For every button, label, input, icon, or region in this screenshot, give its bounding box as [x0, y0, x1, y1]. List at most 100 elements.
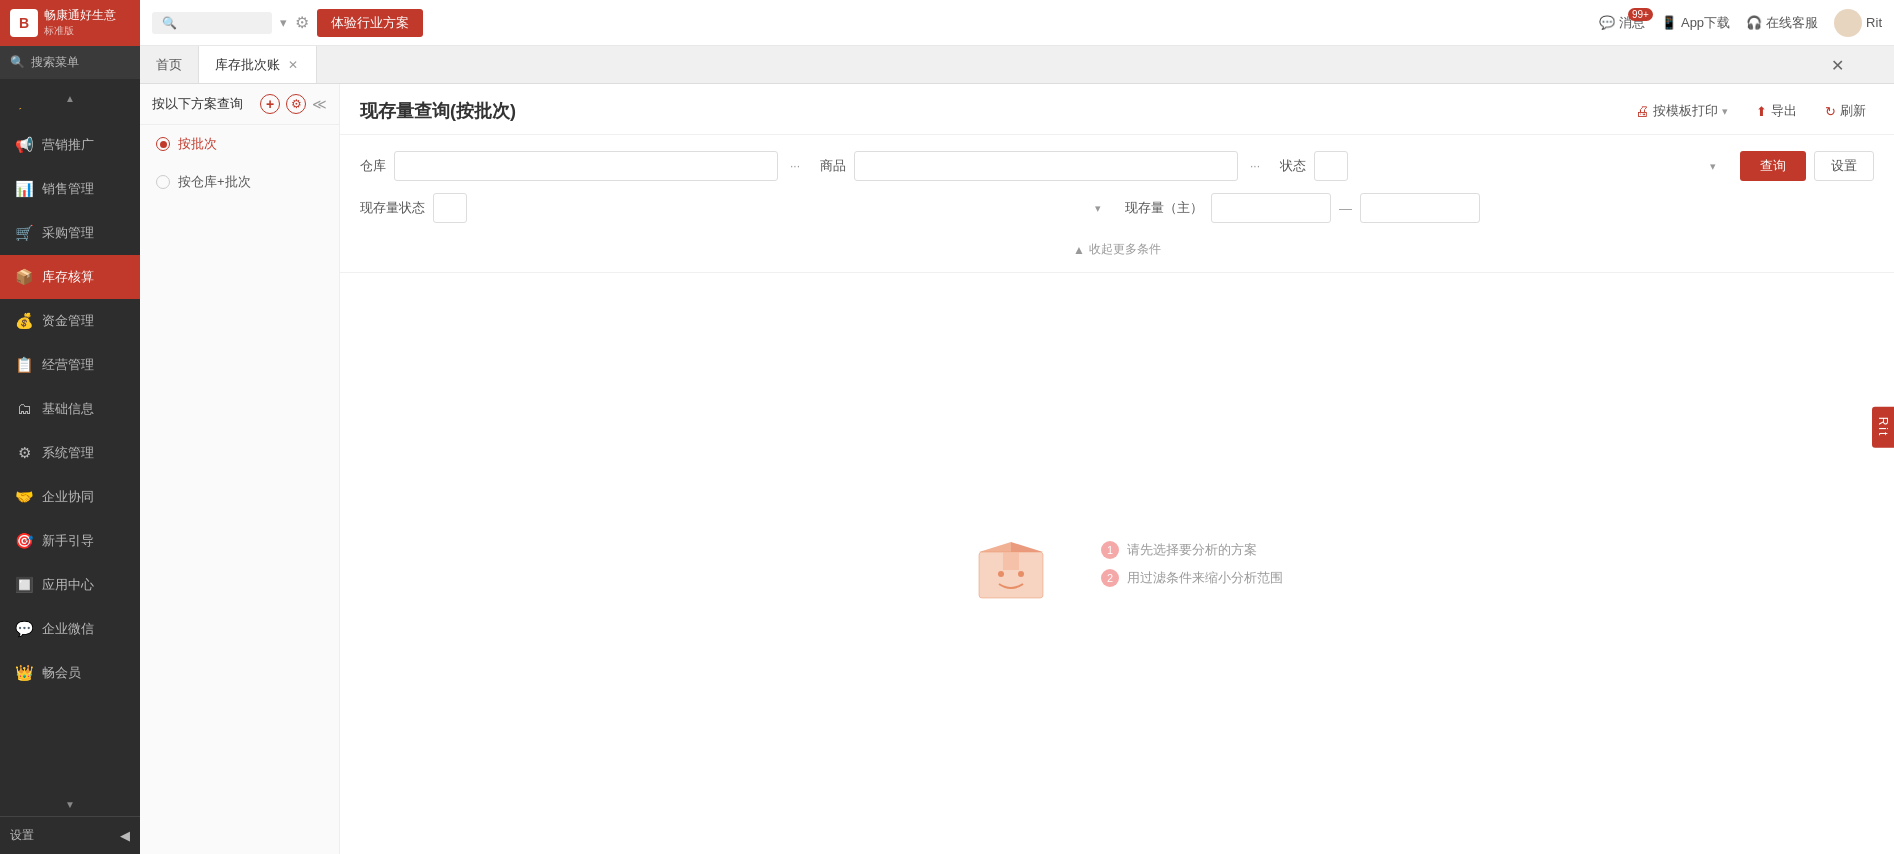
app-download-button[interactable]: 📱 App下载: [1661, 14, 1730, 32]
inventory-status-select[interactable]: [433, 193, 467, 223]
inventory-status-label: 现存量状态: [360, 199, 425, 217]
sidebar-item-member[interactable]: 👑 畅会员: [0, 651, 140, 695]
filter-radio-by-batch: [156, 137, 170, 151]
tab-home[interactable]: 首页: [140, 46, 199, 83]
search-icon: 🔍: [162, 16, 177, 30]
sidebar-item-enterprise[interactable]: 🤝 企业协同: [0, 475, 140, 519]
newbie-icon: 🎯: [14, 531, 34, 551]
inventory-status-dropdown-wrap: [433, 193, 1109, 223]
search-icon: 🔍: [10, 55, 25, 69]
empty-tips: 1 请先选择要分析的方案 2 用过滤条件来缩小分析范围: [1101, 541, 1283, 587]
topbar-search-box[interactable]: 🔍: [152, 12, 272, 34]
basic-icon: 🗂: [14, 399, 34, 419]
print-dropdown-icon[interactable]: ▾: [1722, 105, 1728, 118]
tab-close-icon[interactable]: ✕: [286, 58, 300, 72]
sidebar-item-marketing[interactable]: 📢 营销推广: [0, 123, 140, 167]
sidebar-item-label: 经营管理: [42, 356, 94, 374]
product-more-btn[interactable]: ···: [1246, 159, 1264, 173]
sidebar-item-basic[interactable]: 🗂 基础信息: [0, 387, 140, 431]
printer-icon: 🖨: [1635, 103, 1649, 119]
inventory-qty-to-input[interactable]: [1360, 193, 1480, 223]
right-buttons: 查询 设置: [1740, 151, 1874, 181]
enterprise-icon: 🤝: [14, 487, 34, 507]
export-button[interactable]: ⬆ 导出: [1748, 98, 1805, 124]
export-icon: ⬆: [1756, 104, 1767, 119]
empty-box-svg: [961, 514, 1061, 614]
filter-item-by-warehouse-batch[interactable]: 按仓库+批次: [140, 163, 339, 201]
svg-point-4: [1018, 571, 1024, 577]
sidebar-collapse-btn[interactable]: ◀: [120, 828, 130, 843]
customer-service-button[interactable]: 🎧 在线客服: [1746, 14, 1818, 32]
user-name: Rit: [1866, 15, 1882, 30]
topbar-chevron-icon[interactable]: ▾: [280, 15, 287, 30]
empty-tip-2: 2 用过滤条件来缩小分析范围: [1101, 569, 1283, 587]
svg-point-3: [998, 571, 1004, 577]
message-badge: 99+: [1628, 8, 1653, 21]
message-button[interactable]: 💬 消息 99+: [1599, 14, 1645, 32]
page-content: 按以下方案查询 + ⚙ ≪ 按批次 按仓库+批次: [140, 84, 1894, 854]
sidebar-item-label: 采购管理: [42, 224, 94, 242]
warehouse-input[interactable]: [394, 151, 778, 181]
app-edition: 标准版: [44, 24, 116, 38]
trial-industry-button[interactable]: 体验行业方案: [317, 9, 423, 37]
sidebar-item-newbie[interactable]: 🎯 新手引导: [0, 519, 140, 563]
sidebar-item-operation[interactable]: 📋 经营管理: [0, 343, 140, 387]
filter-collapse-icon[interactable]: ≪: [312, 96, 327, 112]
sidebar-item-inventory[interactable]: 📦 库存核算: [0, 255, 140, 299]
collapse-more-btn[interactable]: ▲ 收起更多条件: [360, 235, 1874, 264]
sidebar-item-label: 企业微信: [42, 620, 94, 638]
filter-item-by-batch[interactable]: 按批次: [140, 125, 339, 163]
finance-icon: 💰: [14, 311, 34, 331]
product-input[interactable]: [854, 151, 1238, 181]
refresh-button[interactable]: ↻ 刷新: [1817, 98, 1874, 124]
sidebar-item-label: 销售管理: [42, 180, 94, 198]
tabbar: 首页 库存批次账 ✕ ✕: [140, 46, 1894, 84]
topbar-gear-icon[interactable]: ⚙: [295, 13, 309, 32]
member-icon: 👑: [14, 663, 34, 683]
app-download-icon: 📱: [1661, 15, 1677, 30]
sidebar-scroll-up[interactable]: ▲: [0, 88, 140, 108]
tab-batch-inventory-label: 库存批次账: [215, 56, 280, 74]
tabbar-global-close-btn[interactable]: ✕: [1831, 55, 1844, 74]
filter-settings-button[interactable]: ⚙: [286, 94, 306, 114]
avatar: [1834, 9, 1862, 37]
float-right-button[interactable]: Rit: [1872, 407, 1894, 448]
search-label: 搜索菜单: [31, 54, 79, 71]
filter-item-label: 按仓库+批次: [178, 173, 251, 191]
sidebar-item-purchase[interactable]: 🛒 采购管理: [0, 211, 140, 255]
inventory-status-field: 现存量状态: [360, 193, 1109, 223]
page-actions: 🖨 按模板打印 ▾ ⬆ 导出 ↻ 刷新: [1627, 98, 1874, 124]
settings-button[interactable]: 设置: [1814, 151, 1874, 181]
filter-add-button[interactable]: +: [260, 94, 280, 114]
sidebar-item-sales[interactable]: 📊 销售管理: [0, 167, 140, 211]
status-select[interactable]: [1314, 151, 1348, 181]
sidebar-header: B 畅康通好生意 标准版: [0, 0, 140, 46]
warehouse-more-btn[interactable]: ···: [786, 159, 804, 173]
query-button[interactable]: 查询: [1740, 151, 1806, 181]
topbar: 🔍 ▾ ⚙ 体验行业方案 💬 消息 99+ 📱 App下载 🎧 在线客服: [140, 0, 1894, 46]
sidebar-item-label: 企业协同: [42, 488, 94, 506]
qty-dash: —: [1339, 201, 1352, 216]
tip-number-2: 2: [1101, 569, 1119, 587]
empty-state: 1 请先选择要分析的方案 2 用过滤条件来缩小分析范围: [340, 273, 1894, 854]
filter-panel-actions: + ⚙ ≪: [260, 94, 327, 114]
sidebar-search[interactable]: 🔍 搜索菜单: [0, 46, 140, 79]
sidebar-item-wechat[interactable]: 💬 企业微信: [0, 607, 140, 651]
empty-tip-1: 1 请先选择要分析的方案: [1101, 541, 1283, 559]
page-header: 现存量查询(按批次) 🖨 按模板打印 ▾ ⬆ 导出 ↻ 刷新: [340, 84, 1894, 135]
refresh-label: 刷新: [1840, 102, 1866, 120]
tip-number-1: 1: [1101, 541, 1119, 559]
print-button[interactable]: 🖨 按模板打印 ▾: [1627, 98, 1736, 124]
chevron-up-icon: ▲: [1073, 243, 1085, 257]
sidebar-settings-btn[interactable]: 设置: [10, 827, 34, 844]
sidebar-item-system[interactable]: ⚙ 系统管理: [0, 431, 140, 475]
marketing-icon: 📢: [14, 135, 34, 155]
sidebar-scroll-down[interactable]: ▼: [0, 794, 140, 814]
user-profile-button[interactable]: Rit: [1834, 9, 1882, 37]
sidebar-item-finance[interactable]: 💰 资金管理: [0, 299, 140, 343]
sidebar-item-apps[interactable]: 🔲 应用中心: [0, 563, 140, 607]
status-dropdown-wrap: [1314, 151, 1724, 181]
inventory-qty-from-input[interactable]: [1211, 193, 1331, 223]
tab-batch-inventory[interactable]: 库存批次账 ✕: [199, 46, 317, 83]
search-row-2: 现存量状态 现存量（主） —: [360, 193, 1874, 223]
